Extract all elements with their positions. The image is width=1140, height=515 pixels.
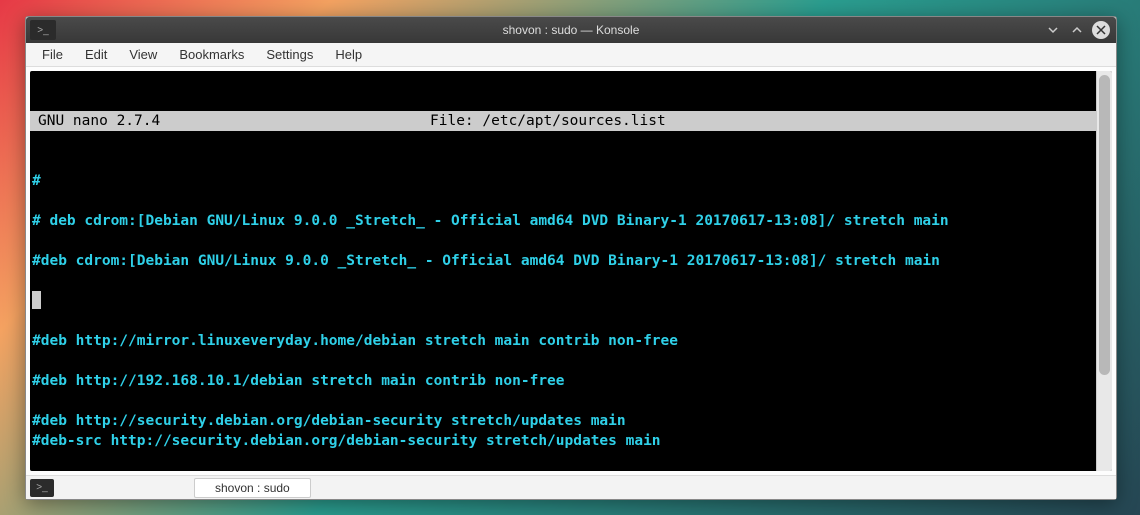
file-line [32,291,1096,311]
file-line: #deb cdrom:[Debian GNU/Linux 9.0.0 _Stre… [32,251,1096,271]
nano-version: GNU nano 2.7.4 [30,111,430,131]
nano-body[interactable]: # # deb cdrom:[Debian GNU/Linux 9.0.0 _S… [30,171,1096,471]
menu-file[interactable]: File [32,45,73,64]
window-controls [1044,21,1110,39]
menu-edit[interactable]: Edit [75,45,117,64]
file-line: #deb http://192.168.10.1/debian stretch … [32,371,1096,391]
menubar: File Edit View Bookmarks Settings Help [26,43,1116,67]
scrollbar[interactable] [1096,71,1112,471]
titlebar[interactable]: >_ shovon : sudo — Konsole [26,17,1116,43]
file-line: #deb-src http://security.debian.org/debi… [32,431,1096,451]
file-line [32,391,1096,411]
terminal[interactable]: GNU nano 2.7.4 File: /etc/apt/sources.li… [30,71,1096,471]
statusbar: >_ shovon : sudo [26,475,1116,499]
menu-help[interactable]: Help [325,45,372,64]
nano-file-label: File: /etc/apt/sources.list [430,111,1096,131]
cursor [32,291,41,309]
file-line [32,351,1096,371]
menu-view[interactable]: View [119,45,167,64]
file-line: # [32,171,1096,191]
file-line: #deb http://security.debian.org/debian-s… [32,411,1096,431]
file-line [32,311,1096,331]
terminal-area: GNU nano 2.7.4 File: /etc/apt/sources.li… [30,71,1112,471]
nano-header: GNU nano 2.7.4 File: /etc/apt/sources.li… [30,111,1096,131]
new-tab-icon[interactable]: >_ [30,479,54,497]
menu-settings[interactable]: Settings [256,45,323,64]
file-line [32,271,1096,291]
file-line: # deb cdrom:[Debian GNU/Linux 9.0.0 _Str… [32,211,1096,231]
maximize-button[interactable] [1068,21,1086,39]
konsole-window: >_ shovon : sudo — Konsole File Edit Vie… [25,16,1117,500]
file-line [32,231,1096,251]
close-button[interactable] [1092,21,1110,39]
terminal-icon: >_ [30,20,56,40]
file-line: #deb http://mirror.linuxeveryday.home/de… [32,331,1096,351]
minimize-button[interactable] [1044,21,1062,39]
tab-current[interactable]: shovon : sudo [194,478,311,498]
scrollbar-thumb[interactable] [1099,75,1110,375]
file-line [32,191,1096,211]
menu-bookmarks[interactable]: Bookmarks [169,45,254,64]
window-title: shovon : sudo — Konsole [503,23,640,37]
